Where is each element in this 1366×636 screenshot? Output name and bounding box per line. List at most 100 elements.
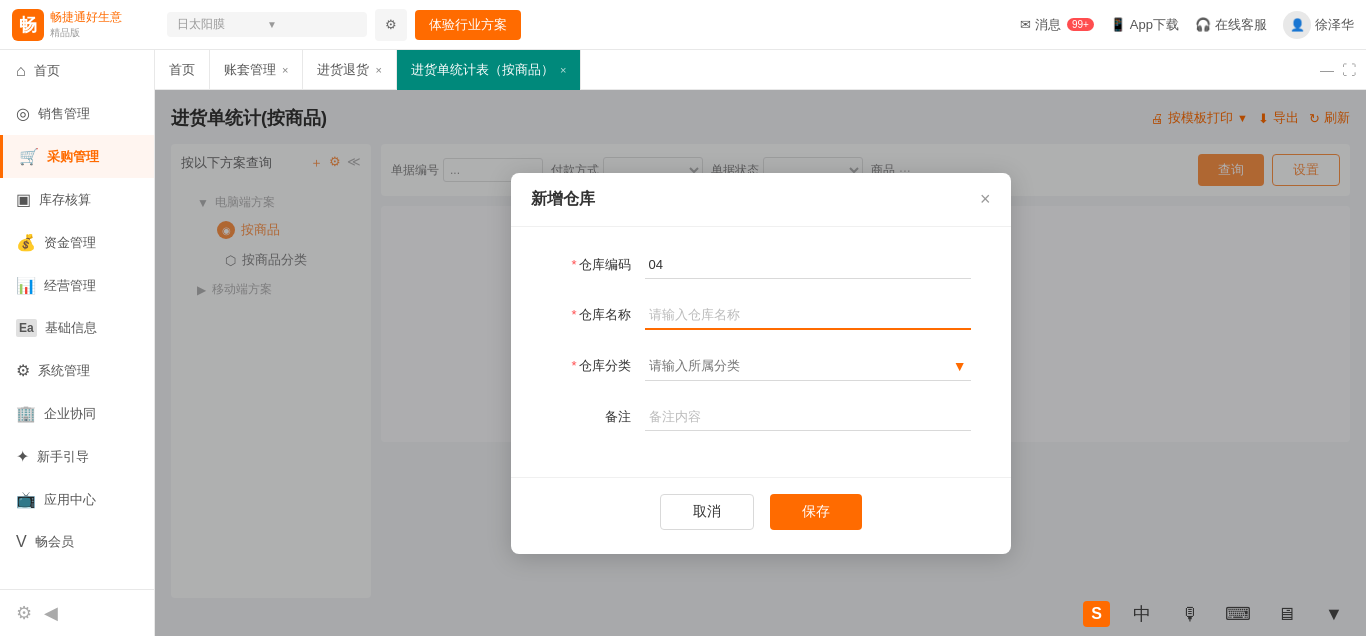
sidebar-label-finance: 资金管理 — [44, 234, 96, 252]
online-service-btn[interactable]: 🎧 在线客服 — [1195, 16, 1267, 34]
enterprise-icon: 🏢 — [16, 404, 36, 423]
sidebar-label-sales: 销售管理 — [38, 105, 90, 123]
vip-icon: V — [16, 533, 27, 551]
overlay: 新增仓库 × *仓库编码 *仓库名称 — [155, 90, 1366, 636]
sidebar-item-home[interactable]: ⌂ 首页 — [0, 50, 154, 92]
user-profile-btn[interactable]: 👤 徐泽华 — [1283, 11, 1354, 39]
s-logo-icon[interactable]: S — [1083, 601, 1110, 627]
tab-home[interactable]: 首页 — [155, 50, 210, 90]
sidebar-label-inventory: 库存核算 — [39, 191, 91, 209]
trial-button[interactable]: 体验行业方案 — [415, 10, 521, 40]
sidebar-item-apps[interactable]: 📺 应用中心 — [0, 478, 154, 521]
form-row-category: *仓库分类 ▼ — [551, 352, 971, 381]
category-select-wrap[interactable]: ▼ — [645, 352, 971, 381]
sidebar-label-system: 系统管理 — [38, 362, 90, 380]
messages-label: 消息 — [1035, 16, 1061, 34]
name-label: *仓库名称 — [551, 306, 631, 324]
collapse-icon[interactable]: ◀ — [44, 602, 58, 624]
tab-home-label: 首页 — [169, 61, 195, 79]
tab-returns[interactable]: 进货退货 × — [303, 50, 396, 90]
sidebar-item-purchase[interactable]: 🛒 采购管理 — [0, 135, 154, 178]
name-input[interactable] — [645, 301, 971, 330]
sidebar-item-guide[interactable]: ✦ 新手引导 — [0, 435, 154, 478]
headphone-icon: 🎧 — [1195, 17, 1211, 32]
brand-sub: 精品版 — [50, 26, 122, 39]
sidebar-label-operations: 经营管理 — [44, 277, 96, 295]
app-download-btn[interactable]: 📱 App下载 — [1110, 16, 1179, 34]
sidebar-item-inventory[interactable]: ▣ 库存核算 — [0, 178, 154, 221]
dialog-close-icon[interactable]: × — [980, 190, 991, 208]
category-input[interactable] — [649, 358, 953, 373]
settings-icon-btn[interactable]: ⚙ — [375, 9, 407, 41]
cancel-button[interactable]: 取消 — [660, 494, 754, 530]
page-content: 进货单统计(按商品) 🖨 按模板打印 ▼ ⬇ 导出 ↻ 刷新 — [155, 90, 1366, 636]
tab-returns-close-icon[interactable]: × — [375, 64, 381, 76]
keyboard-icon[interactable]: ⌨ — [1222, 598, 1254, 630]
tab-purchase-stats-close-icon[interactable]: × — [560, 64, 566, 76]
messages-btn[interactable]: ✉ 消息 99+ — [1020, 16, 1094, 34]
header-right: ✉ 消息 99+ 📱 App下载 🎧 在线客服 👤 徐泽华 — [1020, 11, 1354, 39]
tab-accounts[interactable]: 账套管理 × — [210, 50, 303, 90]
tab-returns-label: 进货退货 — [317, 61, 369, 79]
tab-accounts-close-icon[interactable]: × — [282, 64, 288, 76]
sidebar-item-basics[interactable]: Ea 基础信息 — [0, 307, 154, 349]
sidebar-item-system[interactable]: ⚙ 系统管理 — [0, 349, 154, 392]
dialog-footer: 取消 保存 — [511, 477, 1011, 554]
remark-label: 备注 — [551, 408, 631, 426]
messages-badge: 99+ — [1067, 18, 1094, 31]
guide-icon: ✦ — [16, 447, 29, 466]
code-required-mark: * — [571, 257, 576, 272]
brand-name: 畅捷通好生意 — [50, 10, 122, 26]
message-icon: ✉ — [1020, 17, 1031, 32]
search-arrow-icon: ▼ — [267, 19, 357, 30]
tab-purchase-stats-label: 进货单统计表（按商品） — [411, 61, 554, 79]
new-warehouse-dialog: 新增仓库 × *仓库编码 *仓库名称 — [511, 173, 1011, 554]
tabs-bar: 首页 账套管理 × 进货退货 × 进货单统计表（按商品） × — ⛶ — [155, 50, 1366, 90]
category-dropdown-icon: ▼ — [953, 358, 967, 374]
home-icon: ⌂ — [16, 62, 26, 80]
online-service-label: 在线客服 — [1215, 16, 1267, 34]
content-area: 首页 账套管理 × 进货退货 × 进货单统计表（按商品） × — ⛶ — [155, 50, 1366, 636]
category-required-mark: * — [571, 358, 576, 373]
name-required-mark: * — [571, 307, 576, 322]
sidebar-item-enterprise[interactable]: 🏢 企业协同 — [0, 392, 154, 435]
sidebar-item-sales[interactable]: ◎ 销售管理 — [0, 92, 154, 135]
code-input[interactable] — [645, 251, 971, 279]
sidebar-item-finance[interactable]: 💰 资金管理 — [0, 221, 154, 264]
chinese-input-icon[interactable]: 中 — [1126, 598, 1158, 630]
tab-expand-icon[interactable]: ⛶ — [1342, 62, 1356, 78]
settings-bottom-icon[interactable]: ⚙ — [16, 602, 32, 624]
remark-input[interactable] — [645, 403, 971, 431]
system-icon: ⚙ — [16, 361, 30, 380]
dialog-header: 新增仓库 × — [511, 173, 1011, 227]
top-header: 畅 畅捷通好生意 精品版 日太阳膜 ▼ ⚙ 体验行业方案 ✉ 消息 99+ 📱 … — [0, 0, 1366, 50]
phone-icon: 📱 — [1110, 17, 1126, 32]
finance-icon: 💰 — [16, 233, 36, 252]
sidebar-item-vip[interactable]: V 畅会员 — [0, 521, 154, 563]
sidebar-label-apps: 应用中心 — [44, 491, 96, 509]
sidebar-nav: ⌂ 首页 ◎ 销售管理 🛒 采购管理 ▣ 库存核算 💰 资金管理 📊 经营管理 — [0, 50, 154, 589]
tab-accounts-label: 账套管理 — [224, 61, 276, 79]
code-label: *仓库编码 — [551, 256, 631, 274]
username-label: 徐泽华 — [1315, 16, 1354, 34]
search-text: 日太阳膜 — [177, 16, 267, 33]
tab-minimize-icon[interactable]: — — [1320, 62, 1334, 78]
down-arrow-icon[interactable]: ▼ — [1318, 598, 1350, 630]
sidebar-label-vip: 畅会员 — [35, 533, 74, 551]
apps-icon: 📺 — [16, 490, 36, 509]
purchase-icon: 🛒 — [19, 147, 39, 166]
main-layout: ⌂ 首页 ◎ 销售管理 🛒 采购管理 ▣ 库存核算 💰 资金管理 📊 经营管理 — [0, 50, 1366, 636]
sidebar-item-operations[interactable]: 📊 经营管理 — [0, 264, 154, 307]
header-search-area[interactable]: 日太阳膜 ▼ — [167, 12, 367, 37]
sidebar-label-purchase: 采购管理 — [47, 148, 99, 166]
save-button[interactable]: 保存 — [770, 494, 862, 530]
screen-icon[interactable]: 🖥 — [1270, 598, 1302, 630]
sidebar-label-enterprise: 企业协同 — [44, 405, 96, 423]
app-download-label: App下载 — [1130, 16, 1179, 34]
logo-icon: 畅 — [12, 9, 44, 41]
sales-icon: ◎ — [16, 104, 30, 123]
mic-icon[interactable]: 🎙 — [1174, 598, 1206, 630]
sidebar-label-basics: 基础信息 — [45, 319, 97, 337]
tab-purchase-stats[interactable]: 进货单统计表（按商品） × — [397, 50, 581, 90]
operations-icon: 📊 — [16, 276, 36, 295]
